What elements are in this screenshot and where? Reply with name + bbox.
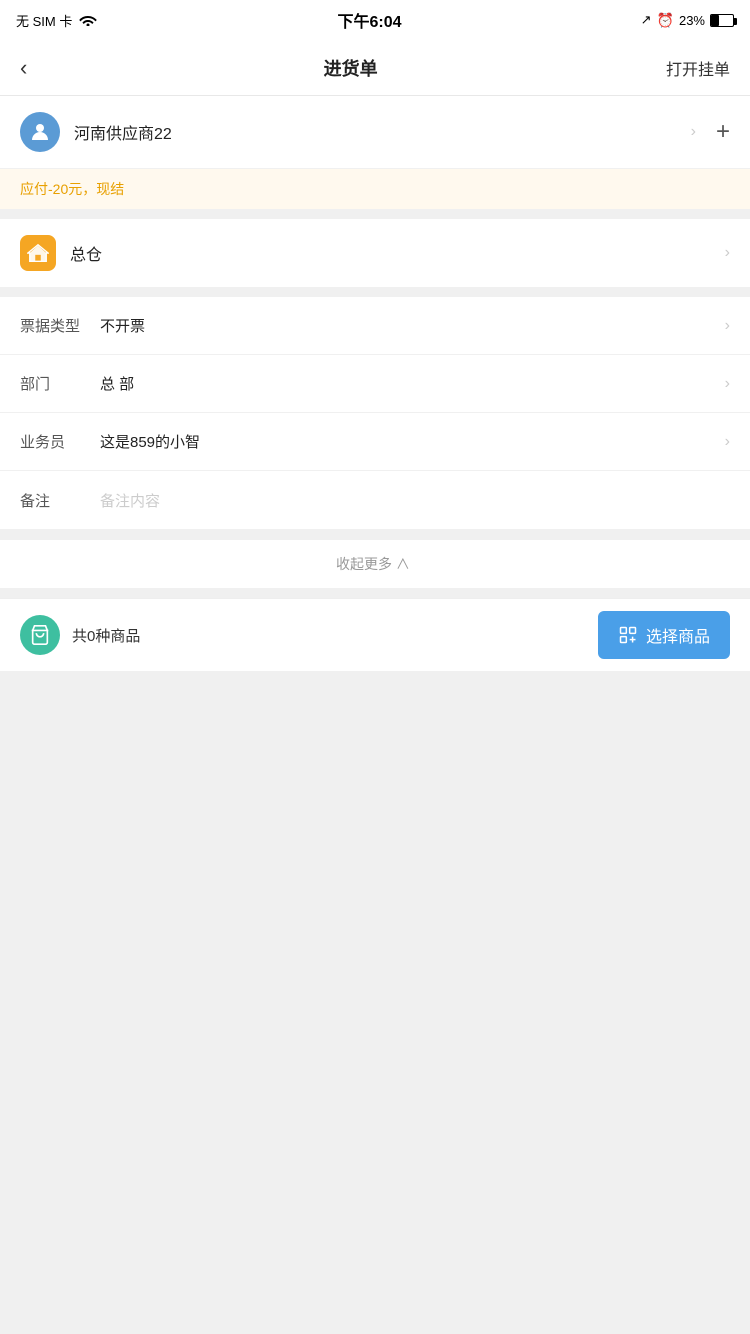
product-count: 共0种商品 [72,625,598,646]
warehouse-chevron-icon: › [725,244,730,262]
salesman-value: 这是859的小智 [100,431,717,452]
warehouse-section: 总仓 › [0,219,750,287]
notice-text: 应付-20元，现结 [20,181,124,197]
warehouse-name: 总仓 [70,241,725,265]
collapse-label: 收起更多 ∧ [336,554,410,574]
supplier-chevron-icon: › [691,123,696,141]
invoice-row[interactable]: 票据类型 不开票 › [0,297,750,355]
supplier-name: 河南供应商22 [74,120,691,144]
product-icon [20,615,60,655]
select-btn-label: 选择商品 [646,623,710,647]
status-right: ↗ ⏰ 23% [641,12,734,29]
warehouse-row[interactable]: 总仓 › [0,219,750,287]
salesman-row[interactable]: 业务员 这是859的小智 › [0,413,750,471]
supplier-row-actions: › + [691,118,730,146]
status-time: 下午6:04 [337,8,401,32]
invoice-chevron-icon: › [725,317,730,335]
location-icon: ↗ [641,12,652,28]
invoice-value: 不开票 [100,315,717,336]
remark-label: 备注 [20,490,100,511]
add-supplier-button[interactable]: + [716,118,730,146]
alarm-icon: ⏰ [657,12,674,29]
nav-bar: ‹ 进货单 打开挂单 [0,40,750,96]
department-value: 总 部 [100,373,717,394]
remark-row[interactable]: 备注 备注内容 [0,471,750,529]
no-sim-text: 无 SIM 卡 [16,11,72,30]
salesman-chevron-icon: › [725,433,730,451]
department-label: 部门 [20,373,100,394]
battery-text: 23% [679,13,705,28]
collapse-section: 收起更多 ∧ [0,539,750,588]
invoice-label: 票据类型 [20,315,100,336]
notice-banner: 应付-20元，现结 [0,169,750,209]
supplier-section: 河南供应商22 › + 应付-20元，现结 [0,96,750,209]
status-bar: 无 SIM 卡 下午6:04 ↗ ⏰ 23% [0,0,750,40]
page-title: 进货单 [324,55,378,81]
select-product-button[interactable]: 选择商品 [598,611,730,659]
open-pending-button[interactable]: 打开挂单 [666,56,730,80]
bottom-bar: 共0种商品 选择商品 [0,598,750,671]
wifi-icon [78,12,98,29]
warehouse-icon [20,235,56,271]
department-row[interactable]: 部门 总 部 › [0,355,750,413]
battery-icon [710,14,734,27]
supplier-row[interactable]: 河南供应商22 › + [0,96,750,169]
remark-placeholder: 备注内容 [100,490,730,511]
form-section: 票据类型 不开票 › 部门 总 部 › 业务员 这是859的小智 › 备注 备注… [0,297,750,529]
content-area: 河南供应商22 › + 应付-20元，现结 总仓 › [0,96,750,991]
back-button[interactable]: ‹ [20,51,35,85]
supplier-avatar [20,112,60,152]
collapse-button[interactable]: 收起更多 ∧ [0,539,750,588]
gray-area [0,671,750,991]
status-left: 无 SIM 卡 [16,11,98,30]
salesman-label: 业务员 [20,431,100,452]
department-chevron-icon: › [725,375,730,393]
